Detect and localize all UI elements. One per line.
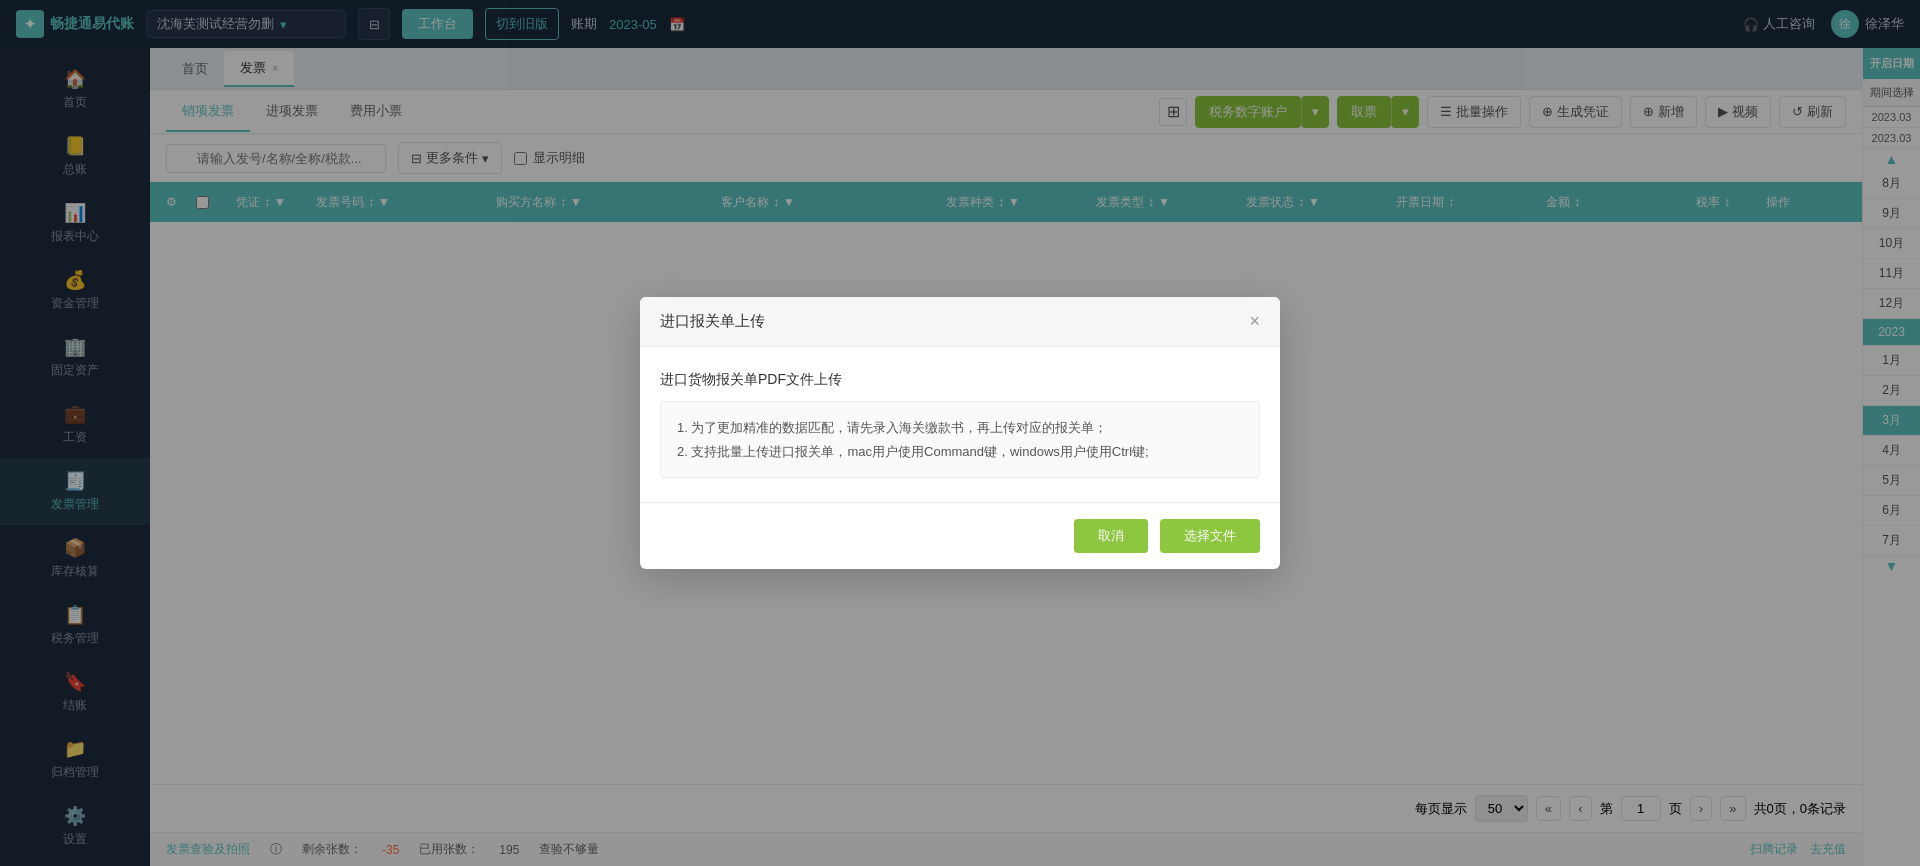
modal-footer: 取消 选择文件	[640, 502, 1280, 569]
modal-close-button[interactable]: ×	[1249, 311, 1260, 332]
modal-subtitle: 进口货物报关单PDF文件上传	[660, 371, 1260, 389]
modal-info-box: 1. 为了更加精准的数据匹配，请先录入海关缴款书，再上传对应的报关单； 2. 支…	[660, 401, 1260, 478]
modal-title: 进口报关单上传	[660, 312, 765, 331]
import-modal: 进口报关单上传 × 进口货物报关单PDF文件上传 1. 为了更加精准的数据匹配，…	[640, 297, 1280, 569]
modal-info-item-2: 2. 支持批量上传进口报关单，mac用户使用Command键，windows用户…	[677, 440, 1243, 463]
modal-select-file-button[interactable]: 选择文件	[1160, 519, 1260, 553]
modal-body: 进口货物报关单PDF文件上传 1. 为了更加精准的数据匹配，请先录入海关缴款书，…	[640, 347, 1280, 502]
modal-cancel-button[interactable]: 取消	[1074, 519, 1148, 553]
modal-info-item-1: 1. 为了更加精准的数据匹配，请先录入海关缴款书，再上传对应的报关单；	[677, 416, 1243, 439]
modal-overlay: 进口报关单上传 × 进口货物报关单PDF文件上传 1. 为了更加精准的数据匹配，…	[0, 0, 1920, 866]
modal-header: 进口报关单上传 ×	[640, 297, 1280, 347]
